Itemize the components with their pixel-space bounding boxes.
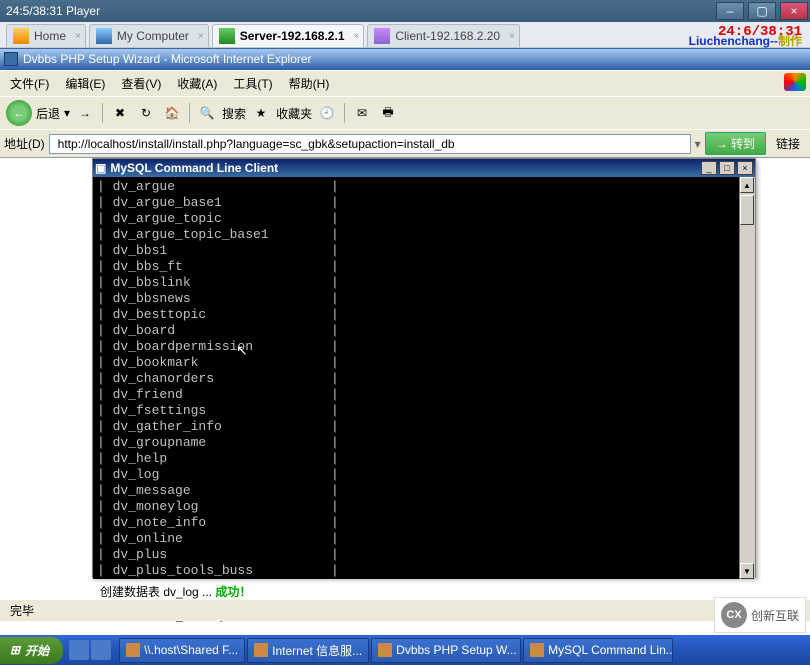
console-scrollbar[interactable]: ▲ ▼ (739, 177, 755, 579)
ie-menubar: 文件(F) 编辑(E) 查看(V) 收藏(A) 工具(T) 帮助(H) (0, 70, 810, 96)
stop-button[interactable]: ✖ (109, 102, 131, 124)
menu-file[interactable]: 文件(F) (4, 73, 55, 94)
pc-icon (96, 28, 112, 44)
console-body: | dv_argue | | dv_argue_base1 | | dv_arg… (93, 177, 755, 579)
status-text: 完毕 (10, 602, 34, 619)
taskbar: ⊞开始 \\.host\Shared F... Internet 信息服... … (0, 635, 810, 665)
ie-throbber-icon (784, 73, 806, 91)
player-window-controls: – ▢ × (714, 0, 810, 22)
overlay-credit: Liuchenchang--制作 (689, 32, 802, 50)
taskbar-item-mysql[interactable]: MySQL Command Lin... (523, 638, 673, 663)
scroll-down-icon[interactable]: ▼ (740, 563, 754, 579)
favorites-label[interactable]: 收藏夹 (276, 105, 312, 122)
console-output[interactable]: | dv_argue | | dv_argue_base1 | | dv_arg… (93, 177, 739, 579)
close-icon[interactable]: × (198, 31, 204, 42)
search-icon[interactable]: 🔍 (196, 102, 218, 124)
minimize-button[interactable]: – (716, 2, 744, 20)
player-titlebar: 24:5/38:31 Player – ▢ × (0, 0, 810, 22)
ie-icon (378, 643, 392, 657)
forward-button[interactable]: → (74, 102, 96, 124)
console-close-button[interactable]: × (737, 161, 753, 175)
ie-window: Dvbbs PHP Setup Wizard - Microsoft Inter… (0, 48, 810, 657)
taskbar-item-dvbbs[interactable]: Dvbbs PHP Setup W... (371, 638, 521, 663)
ie-title-text: Dvbbs PHP Setup Wizard - Microsoft Inter… (23, 52, 312, 66)
back-button[interactable]: ← (6, 100, 32, 126)
start-button[interactable]: ⊞开始 (0, 637, 63, 664)
taskbar-item-shared[interactable]: \\.host\Shared F... (119, 638, 245, 663)
ie-content: ▣MySQL Command Line Client _ □ × | dv_ar… (0, 157, 810, 657)
cmd-icon: ▣ (95, 161, 106, 175)
scroll-up-icon[interactable]: ▲ (740, 177, 754, 193)
ie-titlebar: Dvbbs PHP Setup Wizard - Microsoft Inter… (0, 48, 810, 70)
home-icon (13, 28, 29, 44)
back-label[interactable]: 后退 (36, 105, 60, 122)
go-button[interactable]: → 转到 (705, 132, 766, 155)
print-button[interactable]: 🖶 (377, 102, 399, 124)
console-titlebar[interactable]: ▣MySQL Command Line Client _ □ × (93, 159, 755, 177)
ql-desktop-icon[interactable] (69, 640, 89, 660)
ql-ie-icon[interactable] (91, 640, 111, 660)
mysql-console-window: ▣MySQL Command Line Client _ □ × | dv_ar… (92, 158, 756, 578)
home-button[interactable]: 🏠 (161, 102, 183, 124)
ie-icon (4, 52, 18, 66)
search-label[interactable]: 搜索 (222, 105, 246, 122)
menu-view[interactable]: 查看(V) (115, 73, 167, 94)
close-icon[interactable]: × (75, 31, 81, 42)
history-button[interactable]: 🕘 (316, 102, 338, 124)
tab-home[interactable]: Home× (6, 24, 86, 47)
close-icon[interactable]: × (354, 31, 360, 42)
address-input[interactable]: http://localhost/install/install.php?lan… (49, 134, 691, 154)
folder-icon (126, 643, 140, 657)
menu-tools[interactable]: 工具(T) (227, 73, 278, 94)
server-icon (219, 28, 235, 44)
menu-help[interactable]: 帮助(H) (283, 73, 336, 94)
taskbar-item-iis[interactable]: Internet 信息服... (247, 638, 369, 663)
close-icon[interactable]: × (509, 31, 515, 42)
tab-client[interactable]: Client-192.168.2.20× (367, 24, 520, 47)
tab-mycomputer[interactable]: My Computer× (89, 24, 209, 47)
client-icon (374, 28, 390, 44)
quick-launch (69, 640, 111, 660)
iis-icon (254, 643, 268, 657)
addr-label: 地址(D) (4, 135, 45, 152)
maximize-button[interactable]: ▢ (748, 2, 776, 20)
ie-statusbar: 完毕 🖥本地 In (0, 599, 810, 621)
favorites-icon[interactable]: ★ (250, 102, 272, 124)
menu-fav[interactable]: 收藏(A) (171, 73, 223, 94)
links-label[interactable]: 链接 (770, 133, 806, 154)
windows-icon: ⊞ (10, 643, 20, 657)
scroll-thumb[interactable] (740, 195, 754, 225)
console-min-button[interactable]: _ (701, 161, 717, 175)
close-button[interactable]: × (780, 2, 808, 20)
ie-addressbar: 地址(D) http://localhost/install/install.p… (0, 129, 810, 157)
menu-edit[interactable]: 编辑(E) (59, 73, 111, 94)
mail-button[interactable]: ✉ (351, 102, 373, 124)
watermark: CX 创新互联 (714, 597, 806, 633)
console-max-button[interactable]: □ (719, 161, 735, 175)
refresh-button[interactable]: ↻ (135, 102, 157, 124)
player-title: 24:5/38:31 Player (6, 4, 100, 18)
cmd-icon (530, 643, 544, 657)
watermark-icon: CX (721, 602, 747, 628)
ie-toolbar: ← 后退 ▾ → ✖ ↻ 🏠 🔍搜索 ★收藏夹 🕘 ✉ 🖶 (0, 96, 810, 129)
tab-server[interactable]: Server-192.168.2.1× (212, 24, 365, 47)
